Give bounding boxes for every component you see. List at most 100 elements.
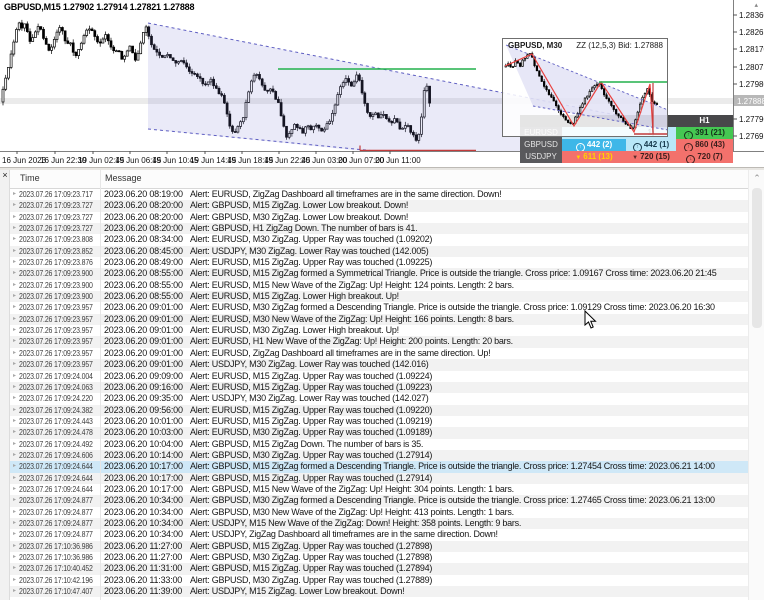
- alert-log-time: 2023.07.26 17:09:24.220: [19, 393, 93, 404]
- alert-row[interactable]: ▸ 2023.07.26 17:09:23.957 2023.06.20 09:01…: [10, 348, 748, 359]
- alert-message: Alert: EURUSD, M30 ZigZag. Upper Ray was…: [190, 234, 433, 245]
- alert-bullet-icon: ▸: [13, 383, 17, 390]
- alert-row[interactable]: ▸ 2023.07.26 17:09:23.900 2023.06.20 08:55…: [10, 291, 748, 303]
- dashboard-cell[interactable]: ▼ 720 (15): [626, 151, 676, 163]
- vertical-scrollbar[interactable]: ⌃: [748, 170, 764, 600]
- alert-row[interactable]: ▸ 2023.07.26 17:10:40.452 2023.06.20 11:31…: [10, 563, 748, 575]
- alert-event-time: 2023.06.20 11:33:00: [104, 574, 183, 585]
- chart-title: GBPUSD,M15 1.27902 1.27914 1.27821 1.278…: [4, 2, 195, 12]
- alert-log-time: 2023.07.26 17:09:24.644: [19, 483, 93, 494]
- alert-bullet-icon: ▸: [13, 542, 17, 549]
- alert-row[interactable]: ▸ 2023.07.26 17:09:23.808 2023.06.20 08:34…: [10, 234, 748, 245]
- alert-row[interactable]: ▸ 2023.07.26 17:09:23.957 2023.06.20 09:01…: [10, 336, 748, 348]
- alert-row[interactable]: ▸ 2023.07.26 17:09:24.443 2023.06.20 10:01…: [10, 416, 748, 427]
- terminal-left-strip: ×: [0, 170, 10, 600]
- dashboard-cell[interactable]: ↑ 391 (21): [676, 127, 733, 139]
- alert-log-time: 2023.07.26 17:09:24.644: [19, 472, 93, 483]
- alert-bullet-icon: ▸: [13, 554, 17, 560]
- alert-row[interactable]: ▸ 2023.07.26 17:09:23.876 2023.06.20 08:49…: [10, 257, 748, 268]
- alert-row[interactable]: ▸ 2023.07.26 17:09:24.382 2023.06.20 09:56…: [10, 404, 748, 416]
- alert-log-time: 2023.07.26 17:10:36.986: [19, 540, 93, 551]
- dashboard-cell-value: 611 (13): [583, 152, 613, 161]
- dashboard-cell[interactable]: ↑ 442 (2): [562, 139, 626, 151]
- alert-row[interactable]: ▸ 2023.07.26 17:09:24.644 2023.06.20 10:17…: [10, 472, 748, 484]
- alert-row[interactable]: ▸ 2023.07.26 17:09:23.957 2023.06.20 09:01…: [10, 302, 748, 313]
- alert-row[interactable]: ▸ 2023.07.26 17:09:24.877 2023.06.20 10:34…: [10, 507, 748, 518]
- alert-row[interactable]: ▸ 2023.07.26 17:09:24.063 2023.06.20 09:16…: [10, 381, 748, 394]
- alert-bullet-icon: ▸: [13, 225, 17, 232]
- alert-event-time: 2023.06.20 10:17:00: [104, 461, 183, 472]
- alert-row[interactable]: ▸ 2023.07.26 17:09:24.492 2023.06.20 10:04…: [10, 439, 748, 450]
- alert-message: Alert: USDJPY, M30 ZigZag. Lower Ray was…: [190, 245, 429, 256]
- alert-row[interactable]: ▸ 2023.07.26 17:09:23.727 2023.06.20 08:20…: [10, 223, 748, 235]
- alert-bullet-icon: ▸: [13, 293, 17, 300]
- inset-chart-m30[interactable]: GBPUSD, M30 ZZ (12,5,3) Bid: 1.27888: [502, 38, 668, 137]
- dashboard-cell[interactable]: ▼ 611 (13): [562, 151, 626, 163]
- alert-bullet-icon: ▸: [13, 191, 17, 197]
- alert-message: Alert: GBPUSD, M15 ZigZag. Upper Ray was…: [190, 563, 433, 574]
- arrow-down-circle-icon: ↓: [686, 155, 696, 163]
- scroll-up-icon[interactable]: ⌃: [751, 172, 763, 184]
- alert-row[interactable]: ▸ 2023.07.26 17:09:23.957 2023.06.20 09:01…: [10, 359, 748, 371]
- alert-event-time: 2023.06.20 10:34:00: [104, 495, 183, 506]
- alert-log-time: 2023.07.26 17:09:23.900: [19, 279, 93, 290]
- alert-row[interactable]: ▸ 2023.07.26 17:09:24.478 2023.06.20 10:03…: [10, 427, 748, 439]
- arrow-down-icon: ▼: [575, 155, 582, 161]
- column-header-message[interactable]: Message: [105, 173, 142, 183]
- alert-bullet-icon: ▸: [13, 315, 17, 322]
- alert-bullet-icon: ▸: [13, 531, 17, 538]
- alert-log-time: 2023.07.26 17:09:24.492: [19, 438, 93, 449]
- alert-row[interactable]: ▸ 2023.07.26 17:09:23.900 2023.06.20 08:55…: [10, 268, 748, 280]
- alert-row[interactable]: ▸ 2023.07.26 17:10:42.196 2023.06.20 11:33…: [10, 575, 748, 586]
- alert-bullet-icon: ▸: [13, 327, 17, 334]
- alert-row[interactable]: ▸ 2023.07.26 17:09:24.877 2023.06.20 10:34…: [10, 529, 748, 540]
- alerts-terminal-panel: × Time Message ▸ 2023.07.26 17:09:23.717 2…: [0, 170, 764, 600]
- alert-row[interactable]: ▸ 2023.07.26 17:09:24.004 2023.06.20 09:09…: [10, 371, 748, 382]
- alert-message: Alert: GBPUSD, M15 ZigZag formed a Desce…: [190, 461, 715, 472]
- alert-row[interactable]: ▸ 2023.07.26 17:09:24.644 2023.06.20 10:17…: [10, 484, 748, 495]
- dashboard-cell[interactable]: ↓ 720 (7): [676, 151, 733, 163]
- dashboard-header-cell: H1: [676, 115, 733, 127]
- column-header-time[interactable]: Time: [20, 173, 40, 183]
- alert-row[interactable]: ▸ 2023.07.26 17:09:24.877 2023.06.20 10:34…: [10, 495, 748, 507]
- alert-row[interactable]: ▸ 2023.07.26 17:10:36.986 2023.06.20 11:27…: [10, 552, 748, 563]
- alert-row[interactable]: ▸ 2023.07.26 17:10:47.407 2023.06.20 11:39…: [10, 586, 748, 598]
- alert-bullet-icon: ▸: [13, 361, 17, 368]
- alert-bullet-icon: ▸: [13, 463, 17, 470]
- alert-row[interactable]: ▸ 2023.07.26 17:09:24.220 2023.06.20 09:35…: [10, 393, 748, 404]
- trading-platform-window: 1.28360 1.28265 1.28170 1.28075 1.27980 1.277…: [0, 0, 764, 600]
- chart-scroll-marker-icon: ▴: [754, 2, 758, 9]
- alert-message: Alert: EURUSD, M15 New Wave of the ZigZa…: [190, 279, 514, 290]
- alert-message: Alert: EURUSD, ZigZag Dashboard all time…: [190, 347, 491, 358]
- alert-log-time: 2023.07.26 17:10:36.986: [19, 552, 93, 562]
- alert-row[interactable]: ▸ 2023.07.26 17:09:23.957 2023.06.20 09:01…: [10, 313, 748, 326]
- alert-log-time: 2023.07.26 17:09:24.382: [19, 404, 93, 415]
- alert-row[interactable]: ▸ 2023.07.26 17:10:36.986 2023.06.20 11:27…: [10, 540, 748, 552]
- alert-event-time: 2023.06.20 10:34:00: [104, 529, 183, 540]
- alert-row[interactable]: ▸ 2023.07.26 17:09:23.717 2023.06.20 08:19…: [10, 189, 748, 200]
- alert-message: Alert: GBPUSD, M30 ZigZag. Upper Ray was…: [190, 574, 433, 585]
- alert-row[interactable]: ▸ 2023.07.26 17:09:23.727 2023.06.20 08:20…: [10, 200, 748, 212]
- main-price-chart[interactable]: 1.28360 1.28265 1.28170 1.28075 1.27980 1.277…: [0, 0, 764, 167]
- dashboard-symbol-usdjpy[interactable]: USDJPY: [520, 151, 562, 163]
- alert-event-time: 2023.06.20 10:34:00: [104, 506, 183, 517]
- alert-row[interactable]: ▸ 2023.07.26 17:09:24.877 2023.06.20 10:34…: [10, 517, 748, 530]
- arrow-down-icon: ▼: [632, 155, 639, 161]
- alert-message: Alert: EURUSD, M15 ZigZag formed a Symme…: [190, 268, 717, 279]
- alert-row[interactable]: ▸ 2023.07.26 17:09:23.900 2023.06.20 08:55…: [10, 280, 748, 291]
- alert-bullet-icon: ▸: [13, 576, 17, 583]
- alert-row[interactable]: ▸ 2023.07.26 17:09:24.606 2023.06.20 10:14…: [10, 449, 748, 462]
- alert-event-time: 2023.06.20 08:19:00: [104, 189, 183, 199]
- close-icon[interactable]: ×: [0, 170, 10, 181]
- alert-event-time: 2023.06.20 11:39:00: [104, 586, 183, 597]
- dashboard-cell[interactable]: ↑ 860 (43): [676, 139, 733, 151]
- alert-row[interactable]: ▸ 2023.07.26 17:09:24.644 2023.06.20 10:17…: [10, 461, 748, 473]
- alert-row[interactable]: ▸ 2023.07.26 17:09:23.957 2023.06.20 09:01…: [10, 325, 748, 336]
- alert-event-time: 2023.06.20 09:01:00: [104, 359, 183, 370]
- scrollbar-thumb[interactable]: [752, 188, 762, 328]
- dashboard-cell[interactable]: ↑ 442 (1): [626, 139, 676, 151]
- dashboard-symbol-gbpusd[interactable]: GBPUSD: [520, 139, 562, 151]
- alert-row[interactable]: ▸ 2023.07.26 17:09:23.727 2023.06.20 08:20…: [10, 212, 748, 223]
- alert-log-time: 2023.07.26 17:09:23.808: [19, 234, 93, 245]
- alert-row[interactable]: ▸ 2023.07.26 17:09:23.852 2023.06.20 08:45…: [10, 245, 748, 258]
